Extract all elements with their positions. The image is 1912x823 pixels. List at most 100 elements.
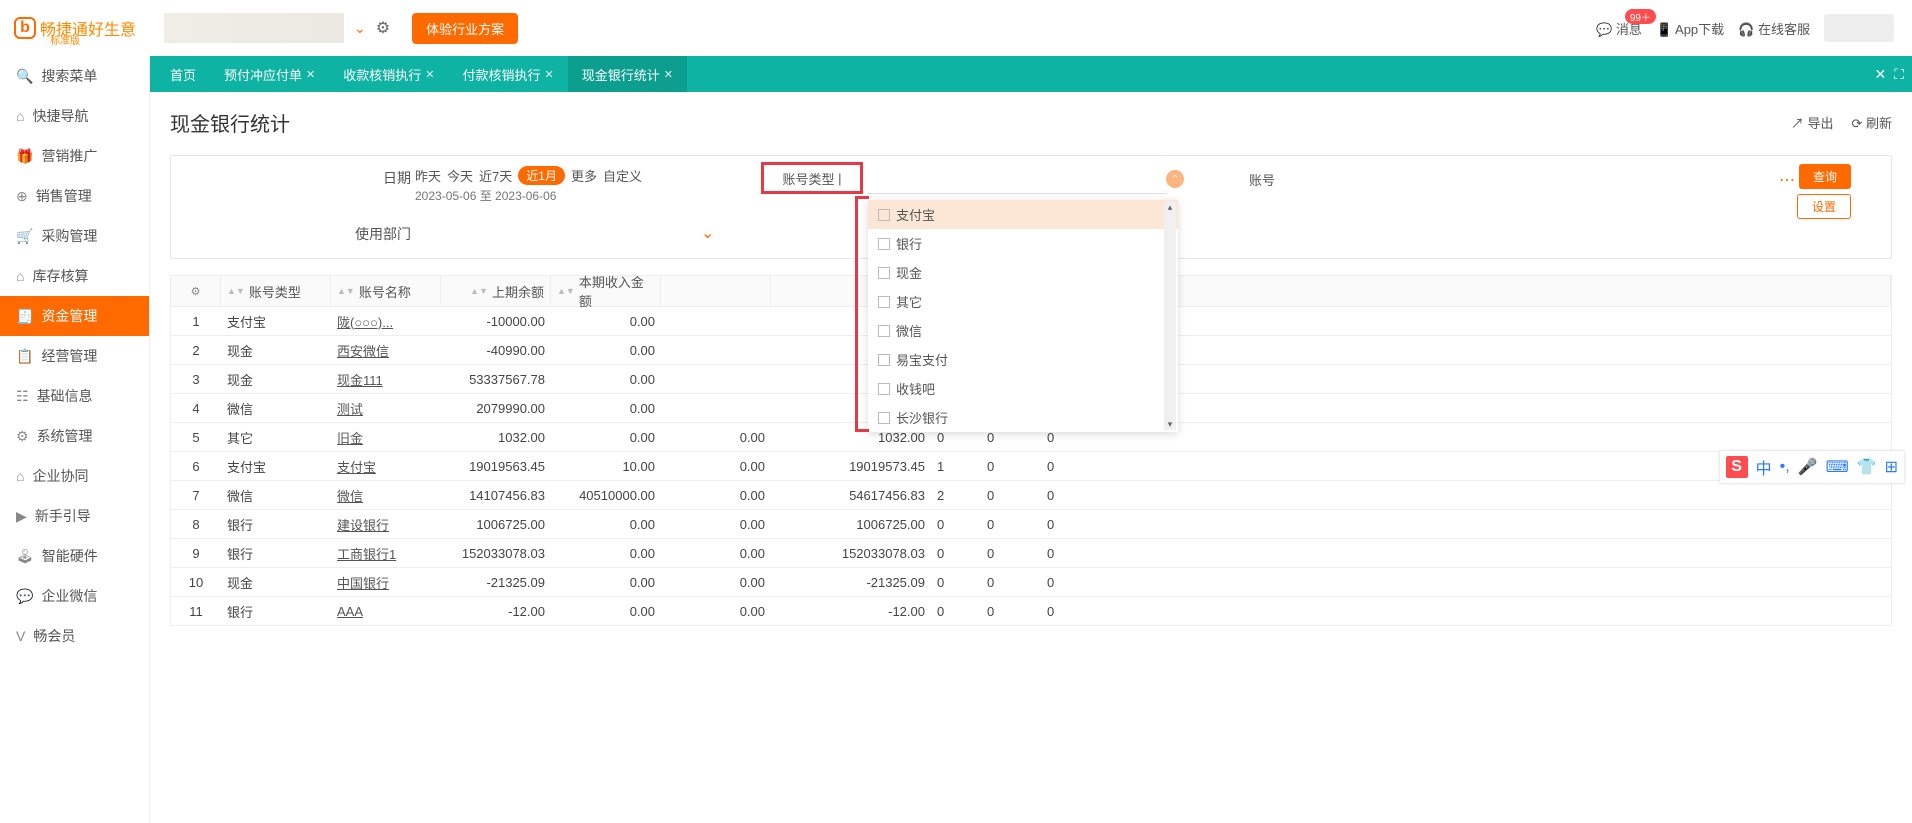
ime-toolbar[interactable]: S 中 •, 🎤 ⌨ 👕 ⊞ <box>1720 451 1904 483</box>
dropdown-item[interactable]: 现金 <box>868 258 1178 287</box>
nav-item[interactable]: ☷基础信息 <box>0 376 149 416</box>
tab-expand-icon[interactable]: ⛶ <box>1894 66 1904 83</box>
msg-link[interactable]: 💬 消息99＋ <box>1596 19 1642 38</box>
nav-icon: 🎁 <box>16 148 33 165</box>
acct-link[interactable]: 中国银行 <box>337 573 389 592</box>
nav-icon: 🛒 <box>16 228 33 245</box>
acct-type-input[interactable] <box>867 162 1167 194</box>
nav-icon: 💬 <box>16 588 33 605</box>
query-button[interactable]: 查询 <box>1799 164 1851 189</box>
dropdown-item[interactable]: 收钱吧 <box>868 374 1178 403</box>
dropdown-item[interactable]: 支付宝 <box>868 200 1178 229</box>
msg-badge: 99＋ <box>1625 9 1656 24</box>
highlight-box <box>855 196 869 432</box>
tab[interactable]: 付款核销执行✕ <box>448 56 567 92</box>
checkbox[interactable] <box>878 383 890 395</box>
user-placeholder[interactable] <box>1824 14 1894 42</box>
sogou-icon: S <box>1726 456 1748 478</box>
nav-item[interactable]: ⚙系统管理 <box>0 416 149 456</box>
checkbox[interactable] <box>878 267 890 279</box>
nav-item[interactable]: 💬企业微信 <box>0 576 149 616</box>
nav-item[interactable]: ⌂企业协同 <box>0 456 149 496</box>
close-icon[interactable]: ✕ <box>306 68 315 81</box>
page-head: 现金银行统计 ↗ 导出 ⟳ 刷新 <box>170 108 1892 137</box>
gear-icon[interactable]: ⚙ <box>376 18 390 38</box>
scrollbar[interactable]: ▴▾ <box>1164 202 1176 430</box>
checkbox[interactable] <box>878 238 890 250</box>
shirt-icon[interactable]: 👕 <box>1857 457 1877 477</box>
nav-icon: 🕹 <box>16 548 34 565</box>
ime-zh[interactable]: 中 <box>1756 455 1772 479</box>
org-selector[interactable]: ⌄ ⚙ 体验行业方案 <box>164 13 518 44</box>
nav-item[interactable]: ⌂快捷导航 <box>0 96 149 136</box>
nav-item[interactable]: 🛒采购管理 <box>0 216 149 256</box>
acct-link[interactable]: 陇(○○○)... <box>337 312 393 331</box>
acct-link[interactable]: 支付宝 <box>337 457 376 476</box>
acct-type-dropdown[interactable]: 支付宝银行现金其它微信易宝支付收钱吧长沙银行 ▴▾ <box>868 200 1178 432</box>
app-download[interactable]: 📱 App下载 <box>1656 19 1724 38</box>
acct-link[interactable]: 西安微信 <box>337 341 389 360</box>
collapse-icon[interactable]: ⌃ <box>1166 170 1184 188</box>
nav-item[interactable]: 🎁营销推广 <box>0 136 149 176</box>
tab[interactable]: 现金银行统计✕ <box>568 56 687 92</box>
nav-item[interactable]: 📋经营管理 <box>0 336 149 376</box>
date-shortcuts: 昨天今天近7天近1月更多自定义 <box>415 166 642 185</box>
table-row: 10 现金 中国银行 -21325.09 0.00 0.00 -21325.09… <box>171 567 1891 596</box>
mic-icon[interactable]: 🎤 <box>1798 457 1818 477</box>
filter-date-label: 日期 <box>211 166 411 188</box>
experience-button[interactable]: 体验行业方案 <box>412 13 518 44</box>
date-shortcut[interactable]: 近7天 <box>479 166 512 185</box>
dropdown-item[interactable]: 易宝支付 <box>868 345 1178 374</box>
keyboard-icon[interactable]: ⌨ <box>1826 457 1849 477</box>
refresh-button[interactable]: ⟳ 刷新 <box>1851 113 1892 132</box>
filters: 日期 昨天今天近7天近1月更多自定义 2023-05-06 至 2023-06-… <box>170 155 1892 259</box>
acct-link[interactable]: 现金111 <box>337 370 383 389</box>
date-shortcut[interactable]: 今天 <box>447 166 473 185</box>
close-icon[interactable]: ✕ <box>425 68 434 81</box>
settings-button[interactable]: 设置 <box>1797 194 1851 219</box>
checkbox[interactable] <box>878 296 890 308</box>
tab[interactable]: 首页 <box>156 56 210 92</box>
caret-down-icon[interactable]: ⌄ <box>701 223 714 243</box>
date-shortcut[interactable]: 更多 <box>571 166 597 185</box>
online-service[interactable]: 🎧 在线客服 <box>1738 19 1810 38</box>
export-button[interactable]: ↗ 导出 <box>1791 113 1834 132</box>
acct-link[interactable]: 建设银行 <box>337 515 389 534</box>
date-shortcut[interactable]: 自定义 <box>603 166 642 185</box>
nav-item[interactable]: 🕹智能硬件 <box>0 536 149 576</box>
dropdown-item[interactable]: 微信 <box>868 316 1178 345</box>
nav-item[interactable]: ⊕销售管理 <box>0 176 149 216</box>
close-icon[interactable]: ✕ <box>545 68 554 81</box>
tab-close-all-icon[interactable]: ✕ <box>1874 66 1886 83</box>
filter-dept-label: 使用部门 <box>211 222 411 244</box>
tab[interactable]: 预付冲应付单✕ <box>210 56 329 92</box>
top-right: 💬 消息99＋ 📱 App下载 🎧 在线客服 <box>1596 14 1912 42</box>
nav-item[interactable]: ▶新手引导 <box>0 496 149 536</box>
gear-icon[interactable]: ⚙ <box>191 285 201 298</box>
checkbox[interactable] <box>878 412 890 424</box>
dropdown-item[interactable]: 其它 <box>868 287 1178 316</box>
close-icon[interactable]: ✕ <box>664 68 673 81</box>
logo-sub: 标准版 <box>50 32 80 47</box>
checkbox[interactable] <box>878 325 890 337</box>
nav-item[interactable]: 🔍搜索菜单 <box>0 56 149 96</box>
acct-link[interactable]: 微信 <box>337 486 363 505</box>
tab[interactable]: 收款核销执行✕ <box>329 56 448 92</box>
acct-link[interactable]: 测试 <box>337 399 363 418</box>
grid-icon[interactable]: ⊞ <box>1885 457 1898 477</box>
checkbox[interactable] <box>878 354 890 366</box>
acct-link[interactable]: 旧金 <box>337 428 363 447</box>
nav-item[interactable]: V畅会员 <box>0 616 149 656</box>
nav-item[interactable]: 🧾资金管理 <box>0 296 149 336</box>
dropdown-item[interactable]: 银行 <box>868 229 1178 258</box>
ime-punct-icon[interactable]: •, <box>1780 458 1790 476</box>
date-shortcut[interactable]: 昨天 <box>415 166 441 185</box>
nav-item[interactable]: ⌂库存核算 <box>0 256 149 296</box>
tabs: 首页预付冲应付单✕收款核销执行✕付款核销执行✕现金银行统计✕ ✕ ⛶ <box>150 56 1912 92</box>
checkbox[interactable] <box>878 209 890 221</box>
date-shortcut[interactable]: 近1月 <box>518 166 565 185</box>
acct-link[interactable]: AAA <box>337 604 363 619</box>
dropdown-item[interactable]: 长沙银行 <box>868 403 1178 432</box>
more-icon[interactable]: ⋯ <box>1779 170 1797 190</box>
acct-link[interactable]: 工商银行1 <box>337 544 396 563</box>
